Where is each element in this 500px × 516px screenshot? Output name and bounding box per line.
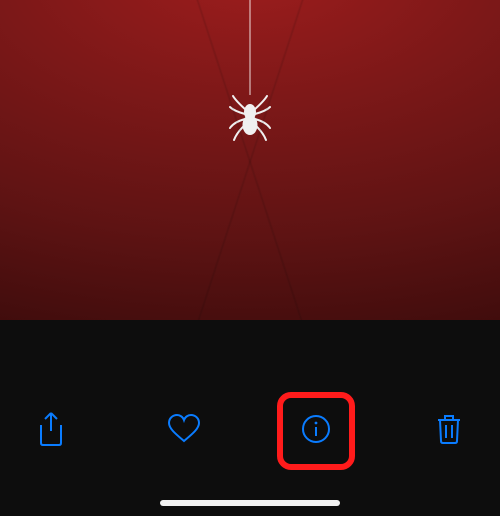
info-icon: [301, 414, 331, 449]
spider-graphic: [227, 92, 273, 149]
share-button[interactable]: Share: [20, 400, 82, 462]
trash-icon: [435, 413, 463, 450]
delete-button[interactable]: Delete: [418, 400, 480, 462]
bottom-toolbar: Share Favorite Info: [0, 386, 500, 516]
favorite-button[interactable]: Favorite: [153, 400, 215, 462]
share-icon: [36, 411, 66, 452]
info-button[interactable]: Info: [285, 400, 347, 462]
spider-thread: [250, 0, 251, 95]
heart-icon: [167, 414, 201, 449]
photo-content[interactable]: [0, 0, 500, 320]
toolbar-spacer: [0, 320, 500, 386]
photo-viewer-screen: Share Favorite Info: [0, 0, 500, 516]
home-indicator[interactable]: [160, 500, 340, 506]
